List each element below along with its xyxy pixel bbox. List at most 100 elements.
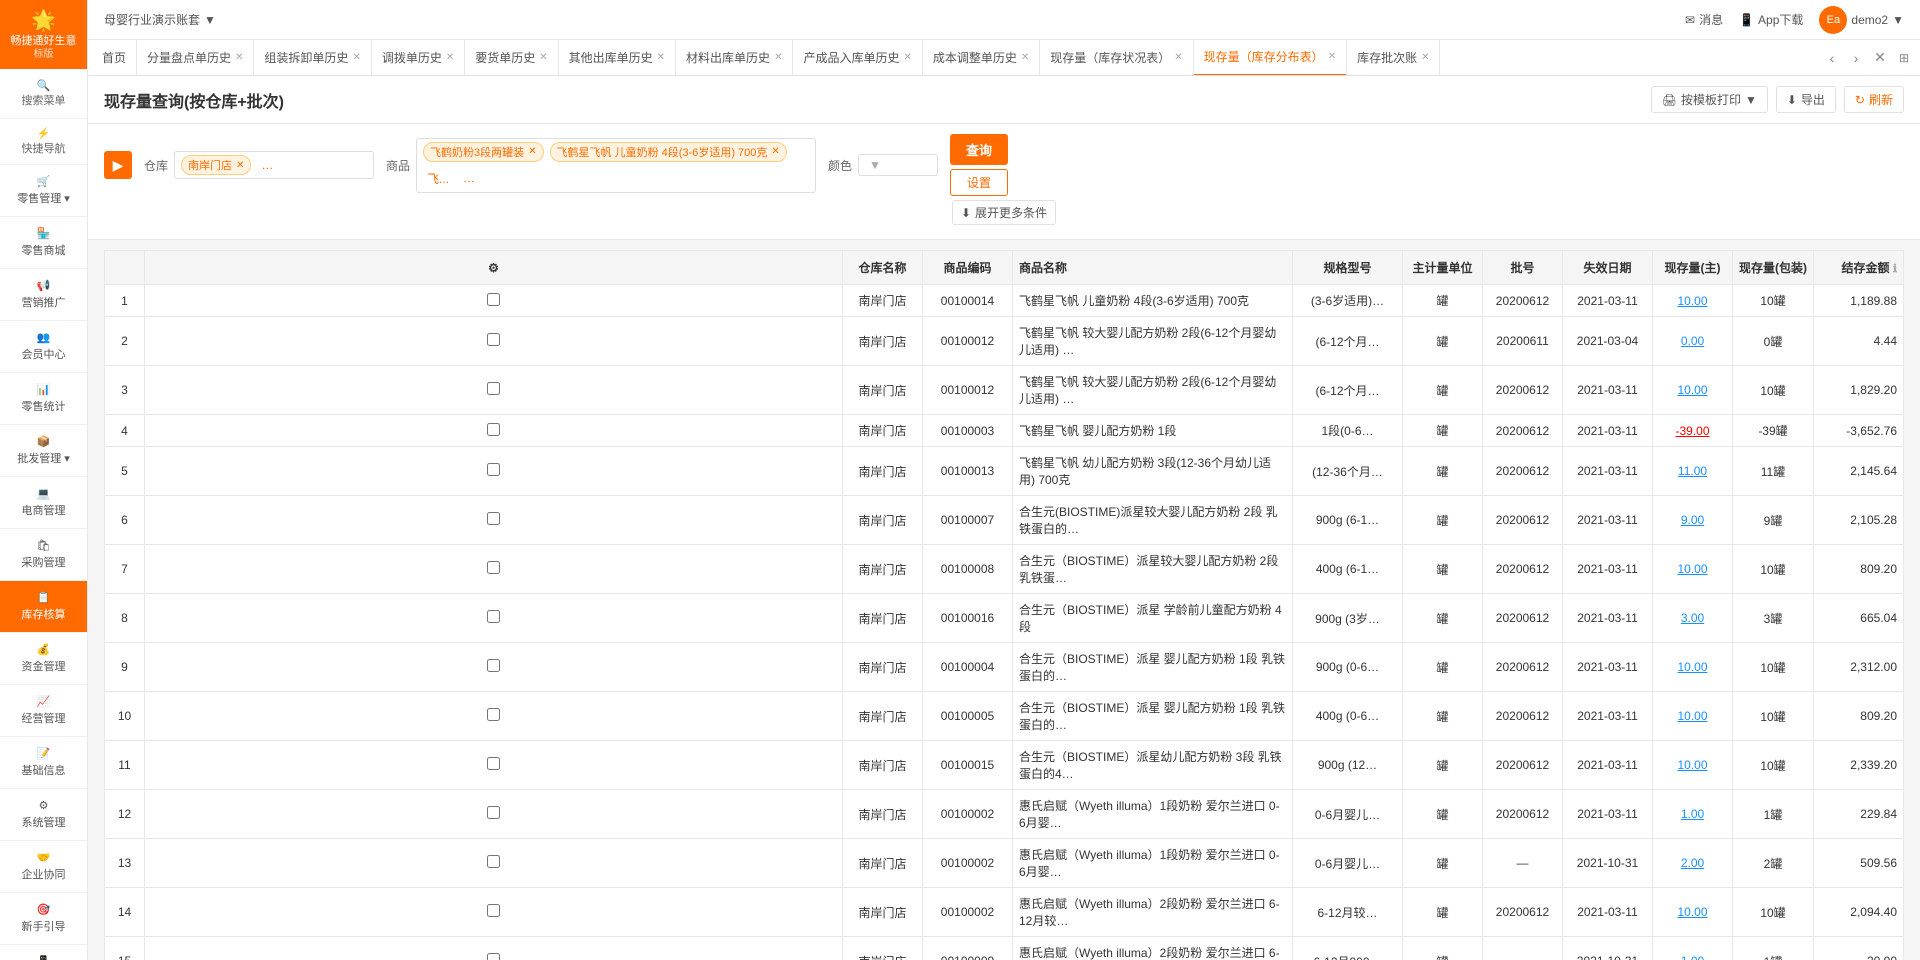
tab-8[interactable]: 成本调整单历史✕ bbox=[923, 40, 1040, 76]
row-checkbox[interactable] bbox=[487, 423, 500, 436]
cell-checkbox[interactable] bbox=[145, 643, 843, 692]
row-checkbox[interactable] bbox=[487, 382, 500, 395]
row-checkbox[interactable] bbox=[487, 333, 500, 346]
tab-close[interactable]: ✕ bbox=[352, 52, 360, 63]
color-select[interactable]: ▼ bbox=[858, 154, 938, 176]
th-settings[interactable]: ⚙ bbox=[145, 251, 843, 285]
cell-stock-main[interactable]: 11.00 bbox=[1653, 447, 1733, 496]
query-button[interactable]: 查询 bbox=[950, 134, 1008, 165]
cell-checkbox[interactable] bbox=[145, 790, 843, 839]
tab-expand-button[interactable]: ⊞ bbox=[1892, 46, 1916, 70]
tab-7[interactable]: 产成品入库单历史✕ bbox=[793, 40, 922, 76]
cell-checkbox[interactable] bbox=[145, 447, 843, 496]
cell-checkbox[interactable] bbox=[145, 741, 843, 790]
tab-6[interactable]: 材料出库单历史✕ bbox=[676, 40, 793, 76]
tab-close[interactable]: ✕ bbox=[774, 52, 782, 63]
sidebar-item-零售统计[interactable]: 📊零售统计 bbox=[0, 373, 87, 425]
tab-11[interactable]: 库存批次账✕ bbox=[1347, 40, 1440, 76]
row-checkbox[interactable] bbox=[487, 463, 500, 476]
tab-close[interactable]: ✕ bbox=[539, 52, 547, 63]
row-checkbox[interactable] bbox=[487, 806, 500, 819]
cell-stock-main[interactable]: 10.00 bbox=[1653, 366, 1733, 415]
row-checkbox[interactable] bbox=[487, 953, 500, 960]
row-checkbox[interactable] bbox=[487, 561, 500, 574]
tab-0[interactable]: 首页 bbox=[92, 40, 137, 76]
sidebar-item-系统管理[interactable]: ⚙系统管理 bbox=[0, 789, 87, 841]
tab-5[interactable]: 其他出库单历史✕ bbox=[559, 40, 676, 76]
tab-close[interactable]: ✕ bbox=[1021, 52, 1029, 63]
tab-9[interactable]: 现存量（库存状况表）✕ bbox=[1040, 40, 1193, 76]
cell-stock-main[interactable]: -39.00 bbox=[1653, 415, 1733, 447]
app-download-button[interactable]: 📱 App下载 bbox=[1739, 11, 1803, 28]
tab-next-button[interactable]: › bbox=[1844, 46, 1868, 70]
tab-close-all-button[interactable]: ✕ bbox=[1868, 46, 1892, 70]
sidebar-item-经营管理[interactable]: 📈经营管理 bbox=[0, 685, 87, 737]
cell-stock-main[interactable]: 3.00 bbox=[1653, 594, 1733, 643]
cell-stock-main[interactable]: 10.00 bbox=[1653, 692, 1733, 741]
cell-stock-main[interactable]: 2.00 bbox=[1653, 839, 1733, 888]
tab-close[interactable]: ✕ bbox=[657, 52, 665, 63]
tab-close[interactable]: ✕ bbox=[235, 52, 243, 63]
message-button[interactable]: ✉ 消息 bbox=[1685, 11, 1723, 28]
row-checkbox[interactable] bbox=[487, 512, 500, 525]
refresh-button[interactable]: ↻ 刷新 bbox=[1844, 86, 1904, 113]
topbar-account-selector[interactable]: 母婴行业演示账套 ▼ bbox=[104, 11, 216, 28]
cell-checkbox[interactable] bbox=[145, 839, 843, 888]
tab-close[interactable]: ✕ bbox=[1174, 52, 1182, 63]
row-checkbox[interactable] bbox=[487, 855, 500, 868]
sidebar-item-quick-nav[interactable]: ⚡快捷导航 bbox=[0, 119, 87, 165]
sidebar-item-批发管理[interactable]: 📦批发管理 ▾ bbox=[0, 425, 87, 477]
row-checkbox[interactable] bbox=[487, 293, 500, 306]
sidebar-item-电商管理[interactable]: 💻电商管理 bbox=[0, 477, 87, 529]
tab-4[interactable]: 要货单历史✕ bbox=[465, 40, 558, 76]
cell-checkbox[interactable] bbox=[145, 888, 843, 937]
cell-checkbox[interactable] bbox=[145, 692, 843, 741]
sidebar-item-资金管理[interactable]: 💰资金管理 bbox=[0, 633, 87, 685]
sidebar-item-营销推广[interactable]: 📢营销推广 bbox=[0, 269, 87, 321]
product-tags-container[interactable]: 飞鹤奶粉3段两罐装 ✕ 飞鹤星飞帆 儿童奶粉 4段(3-6岁适用) 700克 ✕… bbox=[416, 138, 816, 193]
sidebar-item-会员中心[interactable]: 👥会员中心 bbox=[0, 321, 87, 373]
tab-close[interactable]: ✕ bbox=[1421, 52, 1429, 63]
row-checkbox[interactable] bbox=[487, 757, 500, 770]
row-checkbox[interactable] bbox=[487, 708, 500, 721]
tab-close[interactable]: ✕ bbox=[1328, 51, 1336, 62]
user-menu[interactable]: Ea demo2 ▼ bbox=[1819, 6, 1904, 34]
cell-stock-main[interactable]: 10.00 bbox=[1653, 643, 1733, 692]
cell-stock-main[interactable]: 10.00 bbox=[1653, 741, 1733, 790]
row-checkbox[interactable] bbox=[487, 904, 500, 917]
tab-10[interactable]: 现存量（库存分布表）✕ bbox=[1194, 40, 1347, 76]
product-tag-more[interactable]: 飞... bbox=[423, 168, 453, 189]
cell-checkbox[interactable] bbox=[145, 366, 843, 415]
filter-toggle-arrow[interactable]: ▶ bbox=[104, 151, 132, 179]
tab-2[interactable]: 组装拆卸单历史✕ bbox=[254, 40, 371, 76]
sidebar-item-应用中心[interactable]: 📱应用中心 bbox=[0, 945, 87, 960]
sidebar-item-零售商城[interactable]: 🏪零售商城 bbox=[0, 217, 87, 269]
tab-1[interactable]: 分量盘点单历史✕ bbox=[137, 40, 254, 76]
sidebar-item-企业协同[interactable]: 🤝企业协同 bbox=[0, 841, 87, 893]
row-checkbox[interactable] bbox=[487, 610, 500, 623]
warehouse-tags-container[interactable]: 南岸门店 ✕ … bbox=[174, 151, 374, 179]
sidebar-item-基础信息[interactable]: 📝基础信息 bbox=[0, 737, 87, 789]
cell-stock-main[interactable]: 1.00 bbox=[1653, 790, 1733, 839]
product-more[interactable]: … bbox=[459, 169, 479, 187]
sidebar-item-新手引导[interactable]: 🎯新手引导 bbox=[0, 893, 87, 945]
cell-stock-main[interactable]: 9.00 bbox=[1653, 496, 1733, 545]
print-button[interactable]: 🖨 按模板打印 ▼ bbox=[1651, 86, 1768, 113]
warehouse-more[interactable]: … bbox=[257, 156, 277, 174]
cell-stock-main[interactable]: 10.00 bbox=[1653, 545, 1733, 594]
product-tag-remove-0[interactable]: ✕ bbox=[528, 146, 536, 157]
cell-stock-main[interactable]: 0.00 bbox=[1653, 317, 1733, 366]
tab-prev-button[interactable]: ‹ bbox=[1820, 46, 1844, 70]
warehouse-tag-remove[interactable]: ✕ bbox=[236, 160, 244, 171]
balance-info-icon[interactable]: ℹ bbox=[1893, 263, 1897, 275]
cell-checkbox[interactable] bbox=[145, 285, 843, 317]
expand-more-btn[interactable]: ⬇ 展开更多条件 bbox=[952, 200, 1056, 225]
sidebar-item-库存核算[interactable]: 📋库存核算 bbox=[0, 581, 87, 633]
sidebar-item-search[interactable]: 🔍搜索菜单 bbox=[0, 69, 87, 119]
sidebar-item-采购管理[interactable]: 🛍采购管理 bbox=[0, 529, 87, 581]
sidebar-item-零售管理[interactable]: 🛒零售管理 ▾ bbox=[0, 165, 87, 217]
cell-checkbox[interactable] bbox=[145, 415, 843, 447]
cell-stock-main[interactable]: 1.00 bbox=[1653, 937, 1733, 960]
tab-3[interactable]: 调拨单历史✕ bbox=[372, 40, 465, 76]
product-tag-remove-1[interactable]: ✕ bbox=[771, 146, 779, 157]
